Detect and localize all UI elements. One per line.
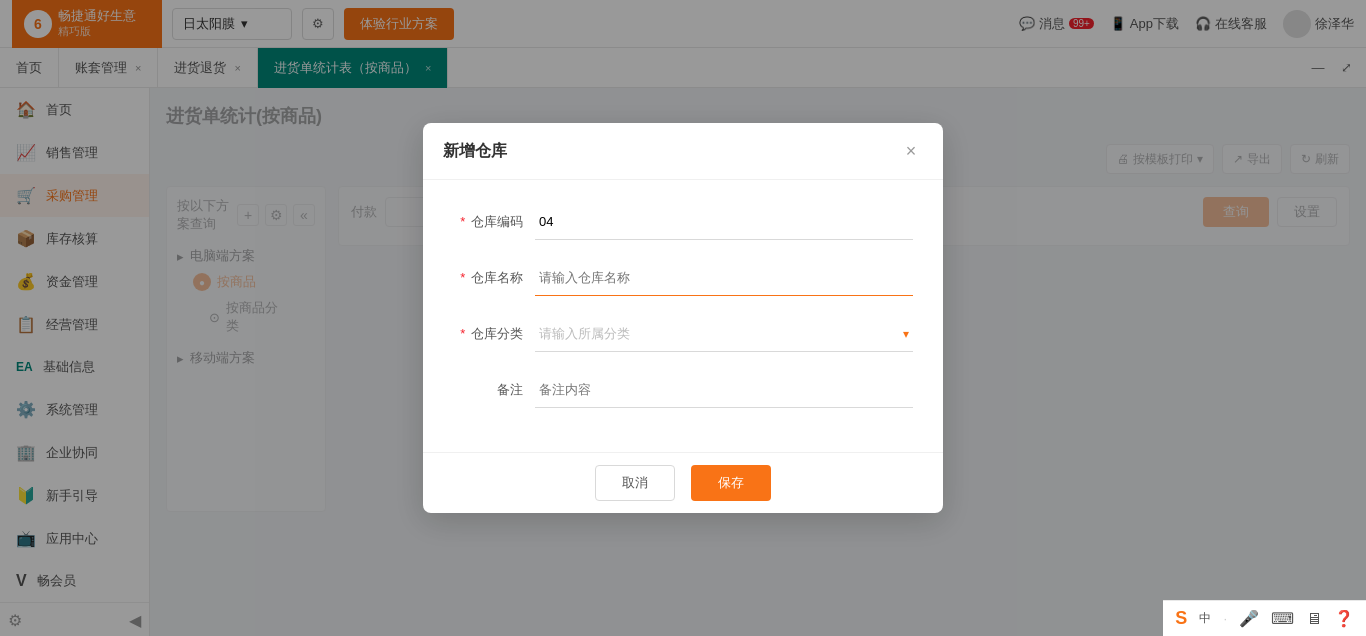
note-input[interactable] [535, 372, 913, 408]
bottom-right-bar: S 中 · 🎤 ⌨ 🖥 ❓ [1163, 600, 1366, 636]
form-row-category: * 仓库分类 请输入所属分类 ▾ [453, 316, 913, 352]
note-label: 备注 [453, 381, 523, 399]
category-arrow-icon: ▾ [903, 327, 909, 341]
save-button[interactable]: 保存 [691, 465, 771, 501]
dialog-header: 新增仓库 × [423, 123, 943, 180]
screen-icon[interactable]: 🖥 [1306, 610, 1322, 628]
name-input[interactable] [535, 260, 913, 296]
lang-label: 中 [1199, 610, 1211, 627]
help-icon[interactable]: ❓ [1334, 609, 1354, 628]
form-row-note: 备注 [453, 372, 913, 408]
name-label-text: 仓库名称 [471, 270, 523, 285]
note-label-text: 备注 [497, 382, 523, 397]
mic-icon[interactable]: 🎤 [1239, 609, 1259, 628]
form-row-name: * 仓库名称 [453, 260, 913, 296]
code-label: * 仓库编码 [453, 213, 523, 231]
category-label: * 仓库分类 [453, 325, 523, 343]
modal-overlay[interactable]: 新增仓库 × * 仓库编码 * 仓库名称 [0, 0, 1366, 636]
code-input[interactable] [535, 204, 913, 240]
code-label-text: 仓库编码 [471, 214, 523, 229]
separator-dot: · [1223, 611, 1227, 626]
name-label: * 仓库名称 [453, 269, 523, 287]
dialog-body: * 仓库编码 * 仓库名称 * 仓库分类 请输入 [423, 180, 943, 452]
category-label-text: 仓库分类 [471, 326, 523, 341]
form-row-code: * 仓库编码 [453, 204, 913, 240]
category-select[interactable]: 请输入所属分类 ▾ [535, 316, 913, 352]
category-placeholder: 请输入所属分类 [539, 325, 630, 343]
new-warehouse-dialog: 新增仓库 × * 仓库编码 * 仓库名称 [423, 123, 943, 513]
cancel-button[interactable]: 取消 [595, 465, 675, 501]
dialog-footer: 取消 保存 [423, 452, 943, 513]
keyboard-icon[interactable]: ⌨ [1271, 609, 1294, 628]
brand-s-icon: S [1175, 608, 1187, 629]
dialog-close-button[interactable]: × [899, 139, 923, 163]
dialog-title: 新增仓库 [443, 141, 507, 162]
